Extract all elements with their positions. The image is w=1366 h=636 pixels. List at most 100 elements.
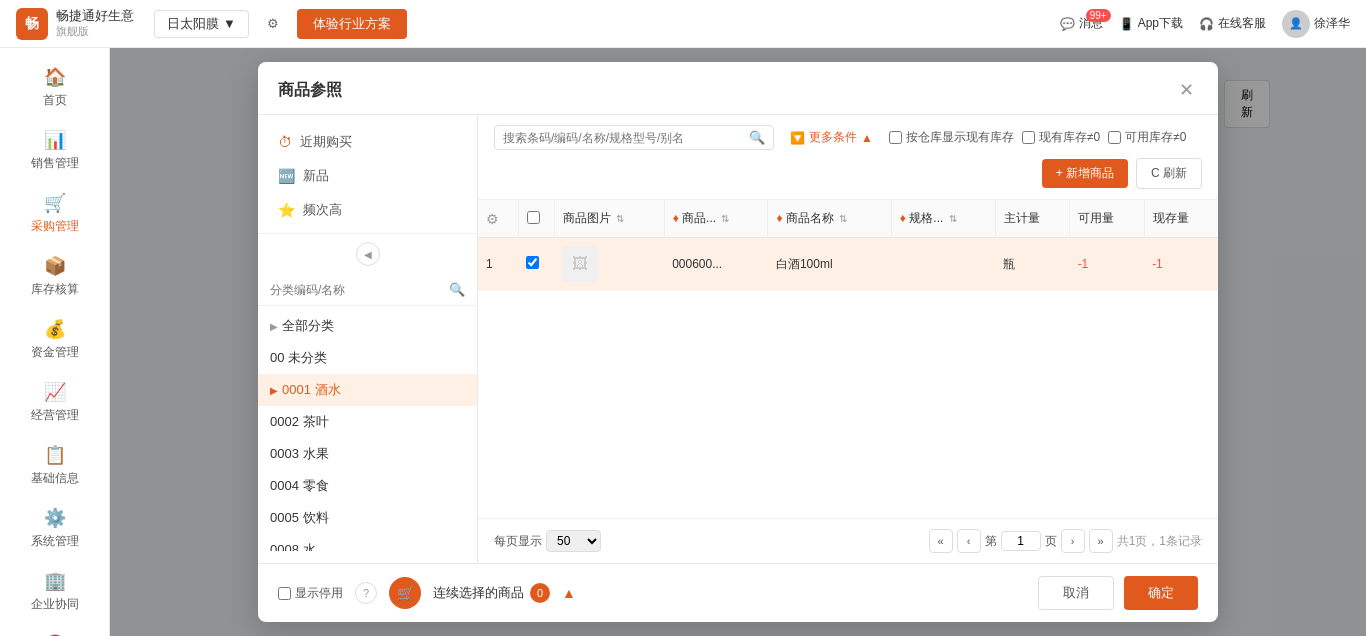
next-page-button[interactable]: › bbox=[1061, 529, 1085, 553]
category-search-input[interactable] bbox=[270, 283, 445, 297]
category-item-all[interactable]: ▶ 全部分类 bbox=[258, 310, 477, 342]
online-service-item[interactable]: 🎧 在线客服 bbox=[1199, 15, 1266, 32]
cell-index: 1 bbox=[478, 238, 518, 291]
app-download-item[interactable]: 📱 App下载 bbox=[1119, 15, 1183, 32]
sidebar-label-company: 企业协同 bbox=[31, 596, 79, 613]
modal-footer: 显示停用 ? 🛒 连续选择的商品 0 ▲ 取消 确定 bbox=[258, 563, 1218, 622]
more-filter-button[interactable]: 🔽 更多条件 ▲ bbox=[782, 125, 881, 150]
sidebar-item-basic[interactable]: 📋 基础信息 bbox=[0, 434, 109, 497]
sidebar-item-business[interactable]: 📈 经营管理 bbox=[0, 371, 109, 434]
category-item-0001[interactable]: ▶ 0001 酒水 bbox=[258, 374, 477, 406]
sidebar-item-system[interactable]: ⚙️ 系统管理 bbox=[0, 497, 109, 560]
sidebar-item-home[interactable]: 🏠 首页 bbox=[0, 56, 109, 119]
continue-select: 连续选择的商品 0 bbox=[433, 583, 550, 603]
category-item-0002[interactable]: 0002 茶叶 bbox=[258, 406, 477, 438]
business-icon: 📈 bbox=[44, 381, 66, 403]
cancel-button[interactable]: 取消 bbox=[1038, 576, 1114, 610]
checkbox-available-not-zero[interactable]: 现有库存≠0 bbox=[1022, 129, 1100, 146]
sidebar-item-inventory[interactable]: 📦 库存核算 bbox=[0, 245, 109, 308]
category-item-0008[interactable]: 0008 水 bbox=[258, 534, 477, 551]
user-item[interactable]: 👤 徐泽华 bbox=[1282, 10, 1350, 38]
checkbox-usable-not-zero[interactable]: 可用库存≠0 bbox=[1108, 129, 1186, 146]
product-search-box: 🔍 bbox=[494, 125, 774, 150]
left-nav-frequent-label: 频次高 bbox=[303, 201, 342, 219]
footer-right: 取消 确定 bbox=[1038, 576, 1198, 610]
category-item-00[interactable]: 00 未分类 bbox=[258, 342, 477, 374]
sidebar-label-system: 系统管理 bbox=[31, 533, 79, 550]
cell-spec bbox=[891, 238, 995, 291]
checkbox-warehouse[interactable]: 按仓库显示现有库存 bbox=[889, 129, 1014, 146]
avatar: 👤 bbox=[1282, 10, 1310, 38]
collapse-left-button[interactable]: ◀ bbox=[356, 242, 380, 266]
page-total: 共1页，1条记录 bbox=[1117, 533, 1202, 550]
sidebar-item-finance[interactable]: 💰 资金管理 bbox=[0, 308, 109, 371]
company-icon: 🏢 bbox=[44, 570, 66, 592]
topbar-right: 💬 消息 99+ 📱 App下载 🎧 在线客服 👤 徐泽华 bbox=[1060, 10, 1350, 38]
left-nav-frequent[interactable]: ⭐ 频次高 bbox=[270, 195, 465, 225]
left-nav-new[interactable]: 🆕 新品 bbox=[270, 161, 465, 191]
sidebar-item-company[interactable]: 🏢 企业协同 bbox=[0, 560, 109, 623]
message-badge: 99+ bbox=[1086, 9, 1111, 22]
sidebar-item-purchase[interactable]: 🛒 采购管理 bbox=[0, 182, 109, 245]
product-search-input[interactable] bbox=[503, 131, 745, 145]
message-icon-item[interactable]: 💬 消息 99+ bbox=[1060, 15, 1103, 32]
table-row[interactable]: 1 🖼 000600... 白酒100ml bbox=[478, 238, 1218, 291]
new-icon: 🆕 bbox=[278, 168, 295, 184]
content-area: 查询 设置 刷新 商品参照 ✕ ⏱ bbox=[110, 48, 1366, 636]
inventory-icon: 📦 bbox=[44, 255, 66, 277]
category-item-0003[interactable]: 0003 水果 bbox=[258, 438, 477, 470]
modal-title: 商品参照 bbox=[278, 80, 342, 101]
nav-dropdown[interactable]: 日太阳膜 ▼ bbox=[154, 10, 249, 38]
confirm-button[interactable]: 确定 bbox=[1124, 576, 1198, 610]
sidebar-label-sales: 销售管理 bbox=[31, 155, 79, 172]
refresh-button[interactable]: C 刷新 bbox=[1136, 158, 1202, 189]
left-panel-top: ⏱ 近期购买 🆕 新品 ⭐ 频次高 bbox=[258, 127, 477, 234]
first-page-button[interactable]: « bbox=[929, 529, 953, 553]
help-icon[interactable]: ? bbox=[355, 582, 377, 604]
left-nav-recent[interactable]: ⏱ 近期购买 bbox=[270, 127, 465, 157]
basic-icon: 📋 bbox=[44, 444, 66, 466]
table-header-row: ⚙ 商品图片 ⇅ bbox=[478, 200, 1218, 238]
show-disabled-checkbox[interactable]: 显示停用 bbox=[278, 585, 343, 602]
filter-icon: 🔽 bbox=[790, 131, 805, 145]
modal-close-button[interactable]: ✕ bbox=[1174, 78, 1198, 102]
prev-page-button[interactable]: ‹ bbox=[957, 529, 981, 553]
category-item-0005[interactable]: 0005 饮料 bbox=[258, 502, 477, 534]
page-label: 第 bbox=[985, 533, 997, 550]
select-all-checkbox[interactable] bbox=[527, 211, 540, 224]
page-size-select: 每页显示 50 10 20 100 bbox=[494, 530, 601, 552]
sales-icon: 📊 bbox=[44, 129, 66, 151]
th-available: 可用量 bbox=[1070, 200, 1145, 238]
th-stock: 现存量 bbox=[1144, 200, 1218, 238]
cart-icon[interactable]: 🛒 bbox=[389, 577, 421, 609]
page-size-dropdown[interactable]: 50 10 20 100 bbox=[546, 530, 601, 552]
recent-icon: ⏱ bbox=[278, 134, 292, 150]
add-product-button[interactable]: + 新增商品 bbox=[1042, 159, 1128, 188]
page-navigation: « ‹ 第 页 › » 共1页，1条记录 bbox=[929, 529, 1202, 553]
page-number-input[interactable] bbox=[1001, 531, 1041, 551]
sidebar-item-guide[interactable]: 🎯 新手引导 bbox=[0, 623, 109, 636]
collapse-area: ◀ bbox=[258, 234, 477, 274]
th-spec: ♦ 规格... ⇅ bbox=[891, 200, 995, 238]
product-search-icon[interactable]: 🔍 bbox=[749, 130, 765, 145]
product-table-container: ⚙ 商品图片 ⇅ bbox=[478, 200, 1218, 518]
right-panel: 🔍 🔽 更多条件 ▲ 按仓库显示现有库存 bbox=[478, 115, 1218, 563]
cell-stock: -1 bbox=[1144, 238, 1218, 291]
cell-checkbox[interactable] bbox=[518, 238, 554, 291]
logo-text: 畅捷通好生意 bbox=[56, 8, 134, 25]
modal-body: ⏱ 近期购买 🆕 新品 ⭐ 频次高 bbox=[258, 115, 1218, 563]
category-search-icon[interactable]: 🔍 bbox=[449, 282, 465, 297]
th-unit: 主计量 bbox=[995, 200, 1070, 238]
cell-unit: 瓶 bbox=[995, 238, 1070, 291]
collapse-footer-icon[interactable]: ▲ bbox=[562, 585, 576, 601]
frequent-icon: ⭐ bbox=[278, 202, 295, 218]
sort-icon-name: ⇅ bbox=[839, 213, 847, 224]
trial-button[interactable]: 体验行业方案 bbox=[297, 9, 407, 39]
last-page-button[interactable]: » bbox=[1089, 529, 1113, 553]
category-item-0004[interactable]: 0004 零食 bbox=[258, 470, 477, 502]
sidebar-item-sales[interactable]: 📊 销售管理 bbox=[0, 119, 109, 182]
sort-icon-code: ⇅ bbox=[721, 213, 729, 224]
pagination-bar: 每页显示 50 10 20 100 « ‹ bbox=[478, 518, 1218, 563]
settings-icon[interactable]: ⚙ bbox=[257, 8, 289, 40]
product-thumbnail: 🖼 bbox=[562, 246, 598, 282]
